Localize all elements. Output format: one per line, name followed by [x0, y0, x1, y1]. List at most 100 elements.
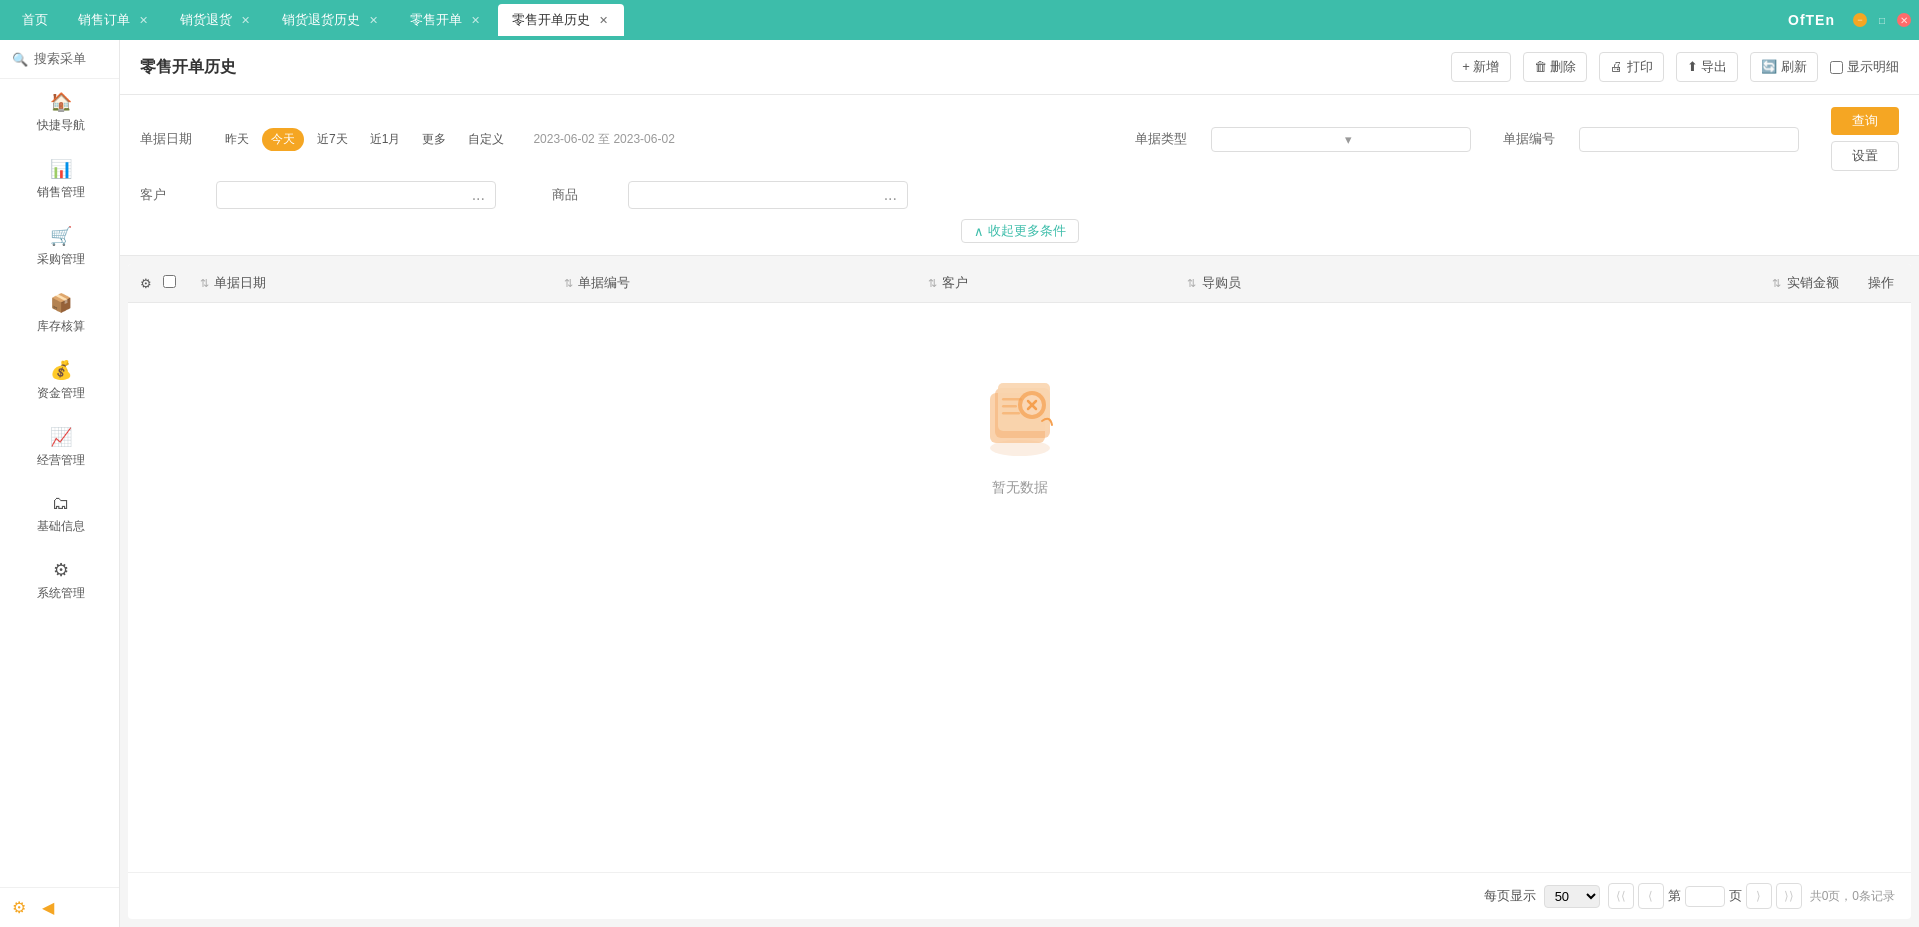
sidebar-item-inventory[interactable]: 📦 库存核算	[0, 280, 119, 347]
sidebar-item-sales-mgmt[interactable]: 📊 销售管理	[0, 146, 119, 213]
tab-close-sales-return-history[interactable]: ✕	[366, 13, 380, 27]
table-header-amount[interactable]: ⇅ 实销金额	[1487, 264, 1851, 303]
date-btn-more[interactable]: 更多	[413, 128, 455, 151]
number-input-field[interactable]	[1590, 132, 1788, 147]
window-close-button[interactable]: ✕	[1897, 13, 1911, 27]
collapse-label: 收起更多条件	[988, 222, 1066, 240]
sidebar-search-label: 搜索采单	[34, 50, 86, 68]
svg-rect-9	[1002, 405, 1017, 408]
sort-amount-icon: ⇅	[1772, 277, 1781, 289]
select-all-checkbox[interactable]	[163, 275, 176, 288]
sidebar-label-inventory: 库存核算	[37, 318, 85, 335]
collapse-button[interactable]: ∧ 收起更多条件	[961, 219, 1079, 243]
filter-section: 单据日期 昨天今天近7天近1月更多自定义 2023-06-02 至 2023-0…	[120, 95, 1919, 256]
display-toggle[interactable]: 显示明细	[1830, 58, 1899, 76]
collapse-bar: ∧ 收起更多条件	[140, 219, 1899, 243]
sidebar-nav: 🏠 快捷导航📊 销售管理🛒 采购管理📦 库存核算💰 资金管理📈 经营管理🗂 基础…	[0, 79, 119, 887]
tab-sales-return[interactable]: 销货退货✕	[166, 4, 266, 36]
tab-bar-right: OfTEn － □ ✕	[1788, 12, 1911, 28]
page-label-pre: 第	[1668, 887, 1681, 905]
table-header-number[interactable]: ⇅ 单据编号	[552, 264, 916, 303]
toolbar: + 新增 🗑 删除 🖨 打印 ⬆ 导出 🔄 刷新 显示明细	[1451, 52, 1899, 82]
total-info: 共0页，0条记录	[1810, 888, 1895, 905]
sidebar-label-purchase-mgmt: 采购管理	[37, 251, 85, 268]
number-filter-input	[1579, 127, 1799, 152]
print-button[interactable]: 🖨 打印	[1599, 52, 1664, 82]
type-filter-select[interactable]: ▾	[1211, 127, 1471, 152]
empty-illustration	[970, 363, 1070, 463]
sidebar-collapse-icon[interactable]: ◀	[42, 898, 54, 917]
sidebar-item-finance[interactable]: 💰 资金管理	[0, 347, 119, 414]
page-header: 零售开单历史 + 新增 🗑 删除 🖨 打印 ⬆ 导出 🔄 刷新 显示明细	[120, 40, 1919, 95]
tab-label-sales-order: 销售订单	[78, 11, 130, 29]
first-page-button[interactable]: ⟨⟨	[1608, 883, 1634, 909]
sidebar-label-operations: 经营管理	[37, 452, 85, 469]
page-input[interactable]: 1	[1685, 886, 1725, 907]
tab-sales-order[interactable]: 销售订单 ✕	[64, 4, 164, 36]
empty-state: 暂无数据	[128, 303, 1911, 557]
main-layout: 🔍 搜索采单 🏠 快捷导航📊 销售管理🛒 采购管理📦 库存核算💰 资金管理📈 经…	[0, 40, 1919, 927]
col-customer-label: 客户	[942, 275, 968, 290]
sidebar-item-purchase-mgmt[interactable]: 🛒 采购管理	[0, 213, 119, 280]
table-header-date[interactable]: ⇅ 单据日期	[188, 264, 552, 303]
sidebar-item-quick-nav[interactable]: 🏠 快捷导航	[0, 79, 119, 146]
tab-retail-open[interactable]: 零售开单 ✕	[396, 4, 496, 36]
goods-ellipsis-icon[interactable]: ...	[884, 186, 897, 204]
query-btn-group: 查询 设置	[1831, 107, 1899, 171]
sidebar-icon-sales-mgmt: 📊	[50, 158, 72, 180]
tab-close-sales-order[interactable]: ✕	[136, 13, 150, 27]
tab-label-home: 首页	[22, 11, 48, 29]
sidebar-icon-purchase-mgmt: 🛒	[50, 225, 72, 247]
display-toggle-label: 显示明细	[1847, 58, 1899, 76]
col-ops-label: 操作	[1868, 275, 1894, 290]
tabs-container: 首页销售订单✕销货退货✕销货退货历史✕零售开单✕零售开单历史✕	[8, 4, 1788, 36]
customer-input-field[interactable]	[227, 188, 472, 203]
customer-filter-label: 客户	[140, 186, 200, 204]
tab-home[interactable]: 首页	[8, 4, 62, 36]
date-btn-yesterday[interactable]: 昨天	[216, 128, 258, 151]
date-btn-custom[interactable]: 自定义	[459, 128, 513, 151]
set-button[interactable]: 设置	[1831, 141, 1899, 171]
tab-sales-return-history[interactable]: 销货退货历史✕	[268, 4, 394, 36]
sidebar-search[interactable]: 🔍 搜索采单	[0, 40, 119, 79]
prev-page-button[interactable]: ⟨	[1638, 883, 1664, 909]
last-page-button[interactable]: ⟩⟩	[1776, 883, 1802, 909]
tab-close-retail-open-history[interactable]: ✕	[596, 13, 610, 27]
next-page-button[interactable]: ⟩	[1746, 883, 1772, 909]
date-btn-today[interactable]: 今天	[262, 128, 304, 151]
sidebar-item-system[interactable]: ⚙ 系统管理	[0, 547, 119, 614]
display-toggle-checkbox[interactable]	[1830, 61, 1843, 74]
date-btn-last1m[interactable]: 近1月	[361, 128, 410, 151]
customer-ellipsis-icon[interactable]: ...	[472, 186, 485, 204]
goods-filter-label: 商品	[552, 186, 612, 204]
tab-label-retail-open: 零售开单	[410, 11, 462, 29]
sidebar-item-basic-info[interactable]: 🗂 基础信息	[0, 481, 119, 547]
tab-retail-open-history[interactable]: 零售开单历史✕	[498, 4, 624, 36]
window-maximize-button[interactable]: □	[1875, 13, 1889, 27]
query-button[interactable]: 查询	[1831, 107, 1899, 135]
date-range-display: 2023-06-02 至 2023-06-02	[533, 131, 674, 148]
date-btn-last7[interactable]: 近7天	[308, 128, 357, 151]
per-page-select[interactable]: 102050100	[1544, 885, 1600, 908]
table-settings-header: ⚙	[128, 264, 188, 303]
table-header-ops: 操作	[1851, 264, 1911, 303]
table-header-customer[interactable]: ⇅ 客户	[916, 264, 1176, 303]
table-header-salesperson[interactable]: ⇅ 导购员	[1175, 264, 1487, 303]
tab-close-retail-open[interactable]: ✕	[468, 13, 482, 27]
window-minimize-button[interactable]: －	[1853, 13, 1867, 27]
table-settings-icon[interactable]: ⚙	[140, 276, 152, 291]
table-scroll-area: ⚙ ⇅ 单据日期 ⇅ 单据编号	[128, 264, 1911, 872]
empty-icon	[970, 363, 1070, 463]
page-label-post: 页	[1729, 887, 1742, 905]
sidebar-settings-icon[interactable]: ⚙	[12, 898, 26, 917]
delete-button[interactable]: 🗑 删除	[1523, 52, 1588, 82]
tab-close-sales-return[interactable]: ✕	[238, 13, 252, 27]
export-button[interactable]: ⬆ 导出	[1676, 52, 1739, 82]
sidebar-label-sales-mgmt: 销售管理	[37, 184, 85, 201]
add-button[interactable]: + 新增	[1451, 52, 1510, 82]
refresh-button[interactable]: 🔄 刷新	[1750, 52, 1818, 82]
sidebar-item-operations[interactable]: 📈 经营管理	[0, 414, 119, 481]
customer-filter-input: ...	[216, 181, 496, 209]
tab-bar: 首页销售订单✕销货退货✕销货退货历史✕零售开单✕零售开单历史✕ OfTEn － …	[0, 0, 1919, 40]
goods-input-field[interactable]	[639, 188, 884, 203]
